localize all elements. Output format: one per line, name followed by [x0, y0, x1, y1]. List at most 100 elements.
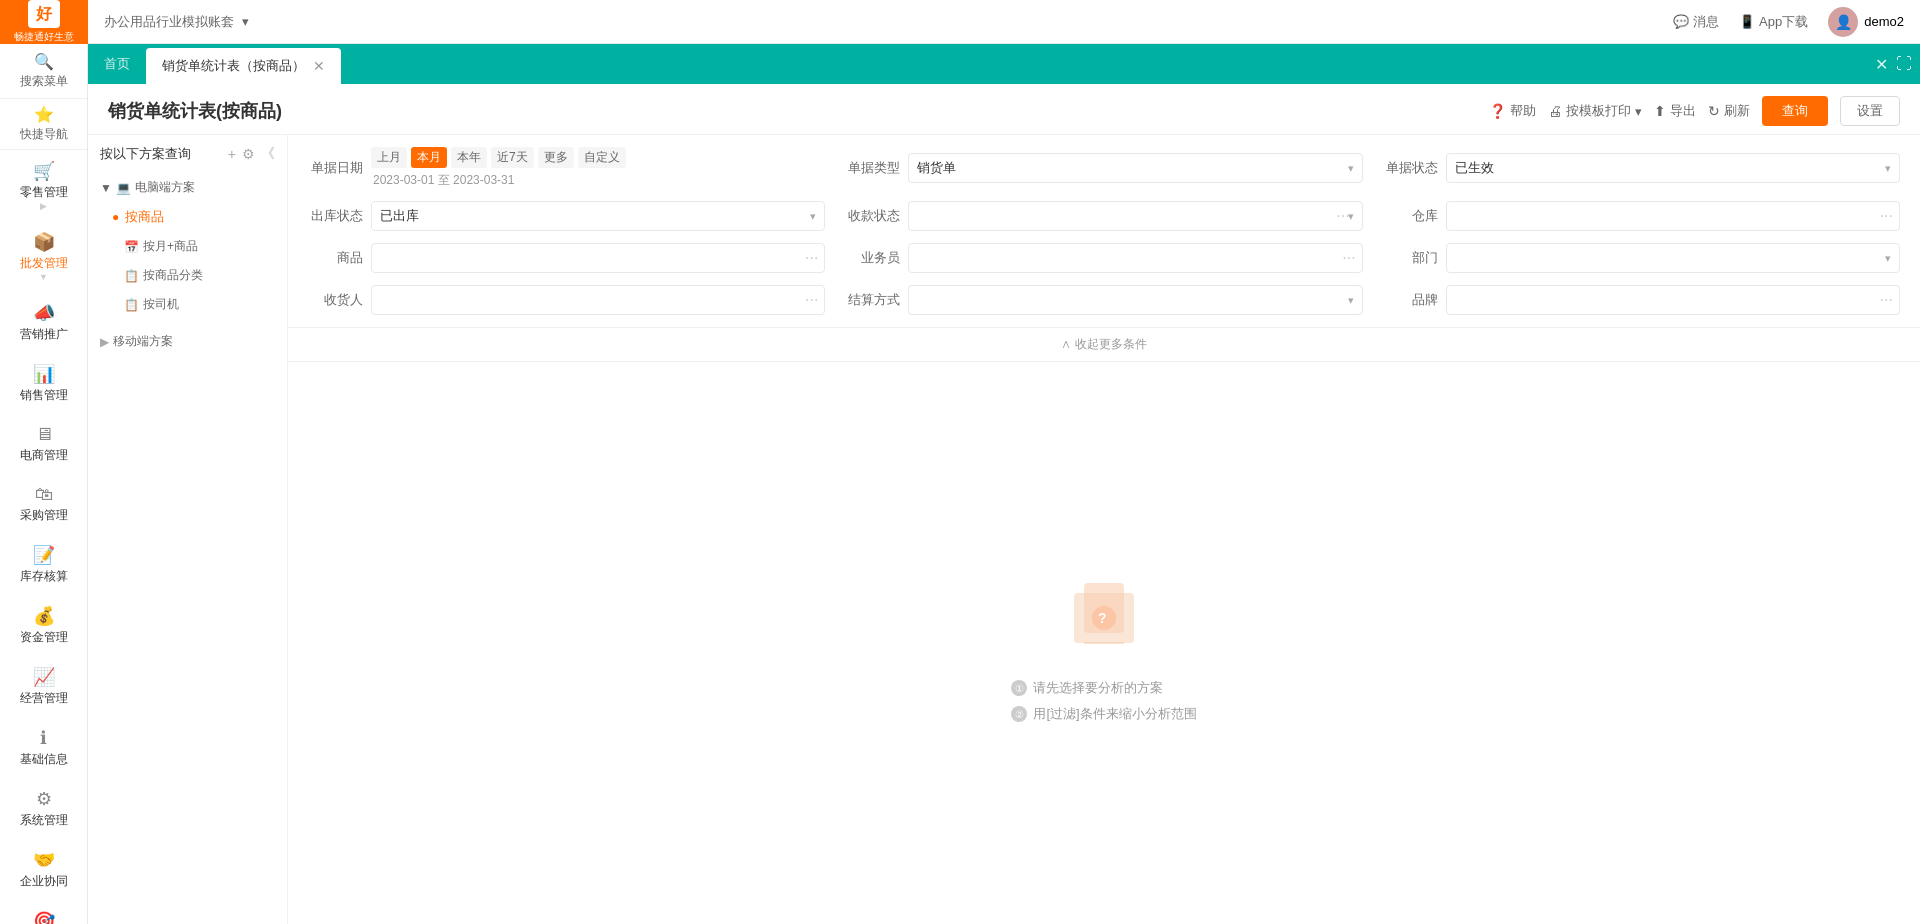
filter-out-status-input[interactable]: 已出库 ▾ [371, 201, 825, 231]
message-btn[interactable]: 💬 消息 [1673, 13, 1719, 31]
filter-row-doc-status: 单据状态 已生效 ▾ [1383, 147, 1900, 189]
scheme-group-pc-header[interactable]: ▼ 💻 电脑端方案 [88, 173, 287, 202]
query-button[interactable]: 查询 [1762, 96, 1828, 126]
tab-home[interactable]: 首页 [88, 44, 146, 84]
help-btn[interactable]: ❓ 帮助 [1489, 102, 1536, 120]
topbar-right: 💬 消息 📱 App下载 👤 demo2 [1673, 7, 1904, 37]
expand-icon[interactable]: ⛶ [1896, 55, 1912, 73]
quick-nav-item[interactable]: ⭐ 快捷导航 [0, 99, 87, 150]
sidebar-item-sales[interactable]: 📊 销售管理 [0, 353, 87, 414]
industry-dropdown-icon[interactable]: ▾ [242, 14, 249, 29]
tab-home-label: 首页 [104, 55, 130, 73]
sidebar-item-operation[interactable]: 📈 经营管理 [0, 656, 87, 717]
print-btn[interactable]: 🖨 按模板打印 ▾ [1548, 102, 1642, 120]
tip-num-2: ② [1011, 706, 1027, 722]
scheme-header: 按以下方案查询 + ⚙ 《 [88, 135, 287, 173]
print-dropdown-icon: ▾ [1635, 104, 1642, 119]
filter-panel: 单据日期 上月 本月 本年 近7天 更多 自定义 2023-03-01 至 20… [288, 135, 1920, 924]
export-btn[interactable]: ⬆ 导出 [1654, 102, 1696, 120]
filter-doc-type-input[interactable]: 销货单 ▾ [908, 153, 1362, 183]
filter-doc-status-label: 单据状态 [1383, 159, 1438, 177]
recipient-dots[interactable]: ··· [805, 291, 818, 309]
scheme-item-by-product[interactable]: ● 按商品 [88, 202, 287, 232]
tab-close-icon[interactable]: ✕ [313, 58, 325, 74]
filter-brand-input[interactable]: ··· [1446, 285, 1900, 315]
quick-nav-label: 快捷导航 [20, 126, 68, 143]
help-icon: ❓ [1489, 103, 1506, 119]
sidebar-item-finance[interactable]: 💰 资金管理 [0, 595, 87, 656]
filter-recipient-input[interactable]: ··· [371, 285, 825, 315]
filter-settlement-label: 结算方式 [845, 291, 900, 309]
topbar-left: 办公用品行业模拟账套 ▾ [104, 13, 249, 31]
user-avatar-wrap[interactable]: 👤 demo2 [1828, 7, 1904, 37]
scheme-add-btn[interactable]: + [228, 146, 236, 162]
filter-settlement-input[interactable]: ▾ [908, 285, 1362, 315]
filter-product-input[interactable]: ··· [371, 243, 825, 273]
sidebar-item-retail[interactable]: 🛒 零售管理 ▶ [0, 150, 87, 221]
help-label: 帮助 [1510, 102, 1536, 120]
newuser-icon: 🎯 [33, 910, 55, 924]
scheme-subitem-by-category[interactable]: 📋 按商品分类 [88, 261, 287, 290]
filter-payment-status-label: 收款状态 [845, 207, 900, 225]
settings-button[interactable]: 设置 [1840, 96, 1900, 126]
tab-more[interactable]: 更多 [538, 147, 574, 168]
tab-sales-report[interactable]: 销货单统计表（按商品） ✕ [146, 48, 341, 84]
tabbar-right: ✕ ⛶ [1875, 55, 1920, 74]
scheme-group-mobile-header[interactable]: ▶ 移动端方案 [88, 327, 287, 356]
filter-payment-status-input[interactable]: ··· ▾ [908, 201, 1362, 231]
avatar: 👤 [1828, 7, 1858, 37]
message-label: 消息 [1693, 13, 1719, 31]
sidebar-item-inventory[interactable]: 📝 库存核算 [0, 534, 87, 595]
payment-status-chevron: ▾ [1348, 210, 1354, 223]
export-label: 导出 [1670, 102, 1696, 120]
salesperson-dots[interactable]: ··· [1342, 249, 1355, 267]
refresh-btn[interactable]: ↻ 刷新 [1708, 102, 1750, 120]
empty-tips: ① 请先选择要分析的方案 ② 用[过滤]条件来缩小分析范围 [1011, 679, 1196, 723]
operation-icon: 📈 [33, 666, 55, 688]
scheme-panel: 按以下方案查询 + ⚙ 《 ▼ 💻 电脑端方案 ● [88, 135, 288, 924]
sidebar-item-marketing[interactable]: 📣 营销推广 [0, 292, 87, 353]
collapse-more-btn[interactable]: ∧ 收起更多条件 [288, 328, 1920, 362]
sidebar-item-enterprise[interactable]: 🤝 企业协同 [0, 839, 87, 900]
scheme-settings-btn[interactable]: ⚙ [242, 146, 255, 162]
tab-last-month[interactable]: 上月 [371, 147, 407, 168]
scheme-collapse-btn[interactable]: 《 [261, 145, 275, 163]
app-logo[interactable]: 好 畅捷通好生意 [0, 0, 88, 44]
tab-last-7days[interactable]: 近7天 [491, 147, 534, 168]
sidebar-item-wholesale[interactable]: 📦 批发管理 ▼ [0, 221, 87, 292]
filter-row-settlement: 结算方式 ▾ [845, 285, 1362, 315]
filter-row-recipient: 收货人 ··· [308, 285, 825, 315]
product-dots[interactable]: ··· [805, 249, 818, 267]
filter-doc-status-input[interactable]: 已生效 ▾ [1446, 153, 1900, 183]
system-label: 系统管理 [20, 812, 68, 829]
app-download-btn[interactable]: 📱 App下载 [1739, 13, 1808, 31]
filter-row-out-status: 出库状态 已出库 ▾ [308, 201, 825, 231]
filter-row-product: 商品 ··· [308, 243, 825, 273]
sidebar-item-basic[interactable]: ℹ 基础信息 [0, 717, 87, 778]
scheme-subitem-by-driver[interactable]: 📋 按司机 [88, 290, 287, 319]
sidebar-item-system[interactable]: ⚙ 系统管理 [0, 778, 87, 839]
scheme-subitem-by-month-product[interactable]: 📅 按月+商品 [88, 232, 287, 261]
sidebar-item-ecommerce[interactable]: 🖥 电商管理 [0, 414, 87, 474]
warehouse-dots[interactable]: ··· [1880, 207, 1893, 225]
filter-date-label: 单据日期 [308, 159, 363, 177]
close-tab-icon[interactable]: ✕ [1875, 55, 1888, 74]
filter-doc-type-value: 销货单 [917, 159, 1347, 177]
sidebar-item-purchase[interactable]: 🛍 采购管理 [0, 474, 87, 534]
sales-label: 销售管理 [20, 387, 68, 404]
filter-warehouse-input[interactable]: ··· [1446, 201, 1900, 231]
department-chevron: ▾ [1885, 252, 1891, 265]
scheme-group-pc: ▼ 💻 电脑端方案 ● 按商品 📅 按月+商品 📋 按商品分类 [88, 173, 287, 327]
tab-custom[interactable]: 自定义 [578, 147, 626, 168]
subitem-icon1: 📅 [124, 240, 139, 254]
search-menu-item[interactable]: 🔍 搜索菜单 [0, 44, 87, 99]
tab-this-month[interactable]: 本月 [411, 147, 447, 168]
page-header: 销货单统计表(按商品) ❓ 帮助 🖨 按模板打印 ▾ ⬆ 导出 ↻ 刷新 [88, 84, 1920, 135]
subitem-driver-label: 按司机 [143, 296, 179, 313]
brand-dots[interactable]: ··· [1880, 291, 1893, 309]
filter-department-input[interactable]: ▾ [1446, 243, 1900, 273]
sidebar-item-newuser[interactable]: 🎯 新手引导 [0, 900, 87, 924]
wholesale-label: 批发管理 [20, 255, 68, 272]
filter-salesperson-input[interactable]: ··· [908, 243, 1362, 273]
tab-this-year[interactable]: 本年 [451, 147, 487, 168]
